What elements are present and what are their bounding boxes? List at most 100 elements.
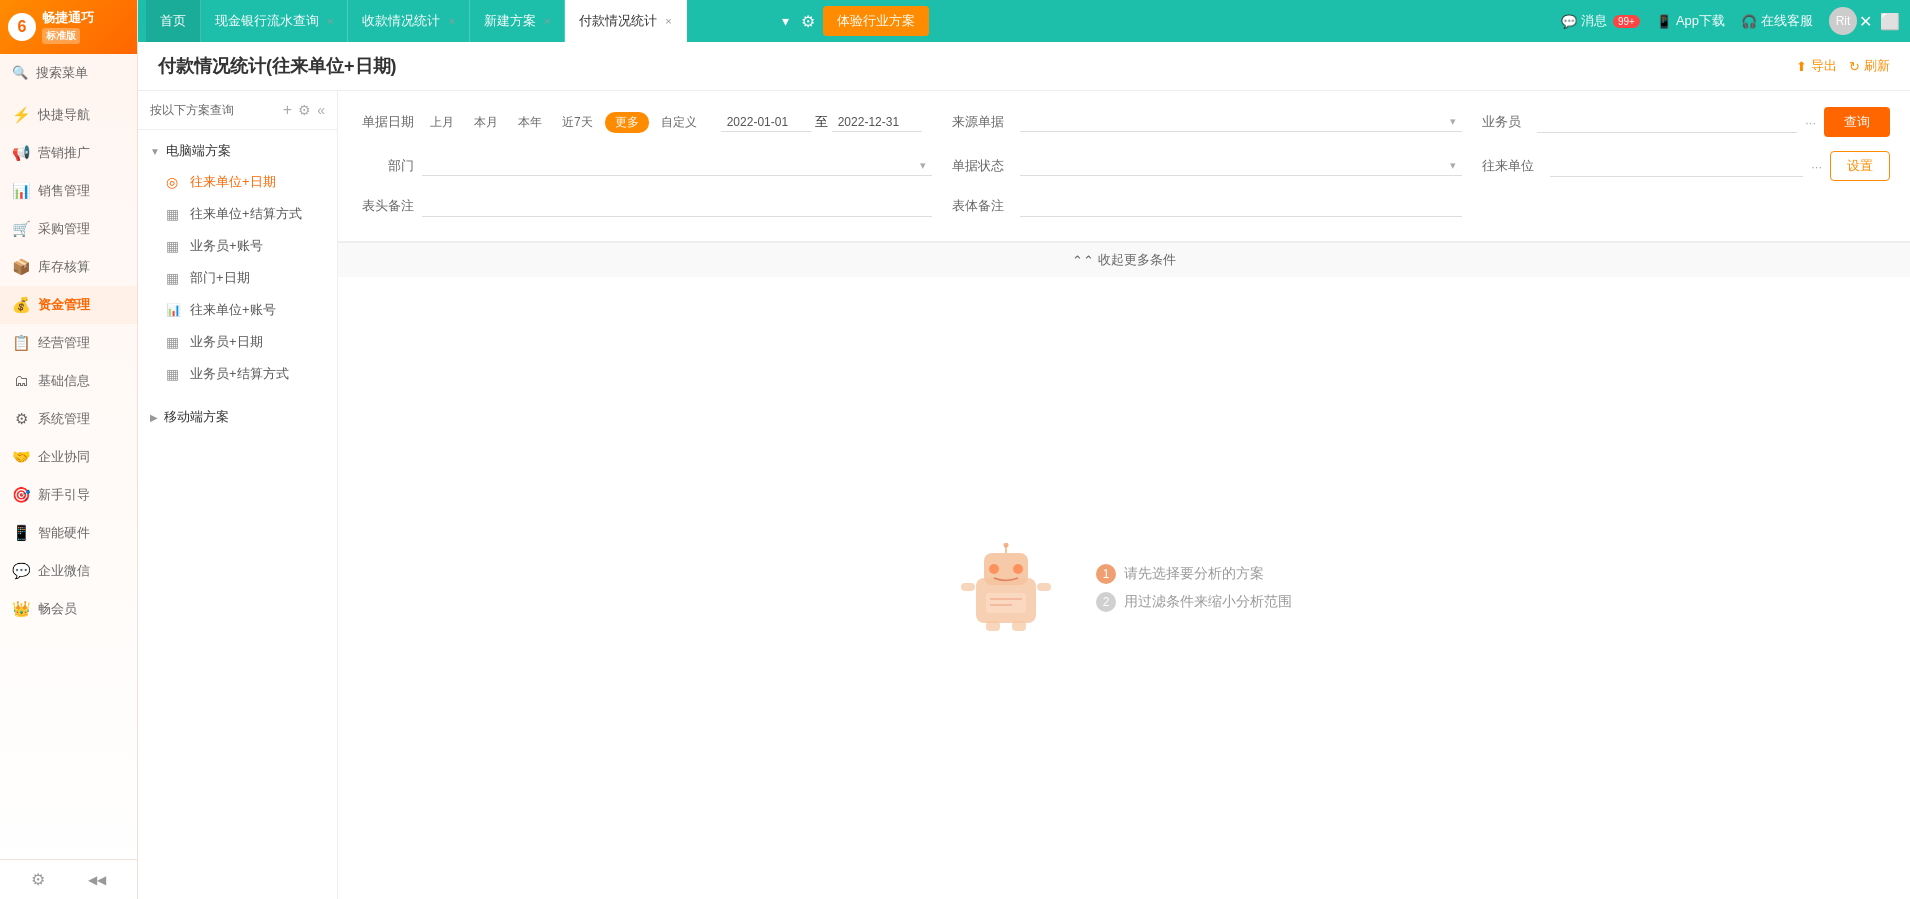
svg-point-3 — [1013, 564, 1023, 574]
scheme-item-dept-date[interactable]: ▦ 部门+日期 — [138, 262, 337, 294]
tab-receipts-stat-label: 收款情况统计 — [362, 12, 440, 30]
export-button[interactable]: ⬆ 导出 — [1796, 57, 1837, 75]
sidebar-item-hardware[interactable]: 📱 智能硬件 — [0, 514, 137, 552]
tab-payment-stat-close[interactable]: × — [665, 15, 671, 27]
scheme-item-partner-settle[interactable]: ▦ 往来单位+结算方式 — [138, 198, 337, 230]
sidebar-item-wechat[interactable]: 💬 企业微信 — [0, 552, 137, 590]
salesman-input[interactable] — [1537, 111, 1797, 133]
tab-dropdown-button[interactable]: ▾ — [778, 13, 793, 29]
settings-button[interactable]: 设置 — [1830, 151, 1890, 181]
collapse-sidebar-button[interactable]: ◀◀ — [88, 873, 106, 887]
search-menu-item[interactable]: 🔍 搜索菜单 — [0, 54, 137, 92]
tab-home-label: 首页 — [160, 12, 186, 30]
tab-payment-stat[interactable]: 付款情况统计 × — [565, 0, 686, 42]
tab-new-scheme[interactable]: 新建方案 × — [470, 0, 565, 42]
tab-receipts-stat[interactable]: 收款情况统计 × — [348, 0, 469, 42]
partner-label: 往来单位 — [1482, 157, 1542, 175]
source-voucher-select[interactable]: ▾ — [1020, 112, 1462, 132]
body-remark-input[interactable] — [1020, 195, 1462, 217]
scheme-item-partner-account-label: 往来单位+账号 — [190, 301, 276, 319]
dept-select[interactable]: ▾ — [422, 156, 932, 176]
window-close-button[interactable]: ✕ — [1857, 10, 1874, 33]
dept-arrow: ▾ — [920, 159, 926, 172]
sidebar-item-purchase[interactable]: 🛒 采购管理 — [0, 210, 137, 248]
hint-item-1: 1 请先选择要分析的方案 — [1096, 564, 1292, 584]
scheme-item-partner-date-icon: ◎ — [166, 174, 182, 190]
user-avatar-img: Rit — [1829, 7, 1857, 35]
scheme-item-salesman-date[interactable]: ▦ 业务员+日期 — [138, 326, 337, 358]
sidebar-item-member[interactable]: 👑 畅会员 — [0, 590, 137, 628]
sidebar-item-inventory[interactable]: 📦 库存核算 — [0, 248, 137, 286]
date-opt-custom[interactable]: 自定义 — [653, 112, 705, 133]
hint-text-2: 用过滤条件来缩小分析范围 — [1124, 593, 1292, 611]
sidebar-item-sales[interactable]: 📊 销售管理 — [0, 172, 137, 210]
collapse-more-button[interactable]: ⌃⌃ 收起更多条件 — [338, 242, 1910, 277]
svg-point-5 — [1004, 543, 1009, 548]
scheme-add-button[interactable]: + — [283, 101, 292, 119]
date-opt-last-7days[interactable]: 近7天 — [554, 112, 601, 133]
svg-rect-8 — [986, 621, 1000, 631]
scheme-mobile-group-header[interactable]: ▶ 移动端方案 — [138, 402, 337, 432]
sales-icon: 📊 — [12, 182, 30, 200]
tab-bar: 首页 现金银行流水查询 × 收款情况统计 × 新建方案 × 付款情况统计 × — [146, 0, 778, 42]
scheme-item-salesman-account[interactable]: ▦ 业务员+账号 — [138, 230, 337, 262]
scheme-desktop-group-header[interactable]: ▼ 电脑端方案 — [138, 136, 337, 166]
scheme-item-partner-account[interactable]: 📊 往来单位+账号 — [138, 294, 337, 326]
header-remark-input[interactable] — [422, 195, 932, 217]
svg-rect-9 — [1012, 621, 1026, 631]
online-service-label: 在线客服 — [1761, 12, 1813, 30]
sidebar-item-basic-info[interactable]: 🗂 基础信息 — [0, 362, 137, 400]
hardware-icon: 📱 — [12, 524, 30, 542]
svg-rect-6 — [961, 583, 975, 591]
sidebar-item-label: 企业协同 — [38, 448, 90, 466]
sidebar-item-operations[interactable]: 📋 经营管理 — [0, 324, 137, 362]
mobile-group-arrow: ▶ — [150, 412, 158, 423]
sidebar-item-enterprise[interactable]: 🤝 企业协同 — [0, 438, 137, 476]
topbar-settings-button[interactable]: ⚙ — [793, 12, 823, 31]
settings-footer-button[interactable]: ⚙ — [31, 870, 45, 889]
message-button[interactable]: 💬 消息 99+ — [1561, 12, 1640, 30]
system-icon: ⚙ — [12, 410, 30, 428]
date-opt-more[interactable]: 更多 — [605, 112, 649, 133]
sidebar-nav: ⚡ 快捷导航 📢 营销推广 📊 销售管理 🛒 采购管理 📦 库存核算 💰 资金管… — [0, 92, 137, 859]
salesman-ellipsis[interactable]: ··· — [1805, 115, 1816, 130]
tab-receipts-stat-close[interactable]: × — [448, 15, 454, 27]
partner-input[interactable] — [1550, 155, 1803, 177]
sidebar-item-label: 新手引导 — [38, 486, 90, 504]
scheme-item-salesman-settle[interactable]: ▦ 业务员+结算方式 — [138, 358, 337, 390]
sidebar-item-capital[interactable]: 💰 资金管理 — [0, 286, 137, 324]
tab-home[interactable]: 首页 — [146, 0, 201, 42]
date-start-input[interactable] — [721, 113, 811, 132]
date-opt-this-month[interactable]: 本月 — [466, 112, 506, 133]
export-icon: ⬆ — [1796, 59, 1807, 74]
tab-new-scheme-close[interactable]: × — [544, 15, 550, 27]
user-avatar[interactable]: Rit — [1829, 7, 1857, 35]
partner-ellipsis[interactable]: ··· — [1811, 159, 1822, 174]
industry-solution-button[interactable]: 体验行业方案 — [823, 6, 929, 36]
tab-bank-flow-close[interactable]: × — [327, 15, 333, 27]
refresh-button[interactable]: ↻ 刷新 — [1849, 57, 1890, 75]
basic-info-icon: 🗂 — [12, 372, 30, 390]
date-opt-this-year[interactable]: 本年 — [510, 112, 550, 133]
header-remark-label: 表头备注 — [358, 197, 422, 215]
scheme-item-partner-account-icon: 📊 — [166, 303, 182, 317]
query-button[interactable]: 查询 — [1824, 107, 1890, 137]
sidebar-item-guide[interactable]: 🎯 新手引导 — [0, 476, 137, 514]
online-service-button[interactable]: 🎧 在线客服 — [1741, 12, 1813, 30]
user-name: Rit — [1836, 14, 1851, 28]
scheme-item-partner-date[interactable]: ◎ 往来单位+日期 — [138, 166, 337, 198]
tab-bank-flow[interactable]: 现金银行流水查询 × — [201, 0, 348, 42]
header-remark-field — [422, 195, 932, 217]
app-download-button[interactable]: 📱 App下载 — [1656, 12, 1725, 30]
date-opt-last-month[interactable]: 上月 — [422, 112, 462, 133]
salesman-label: 业务员 — [1482, 113, 1529, 131]
sidebar-item-quick-nav[interactable]: ⚡ 快捷导航 — [0, 96, 137, 134]
date-end-input[interactable] — [832, 113, 922, 132]
scheme-collapse-button[interactable]: « — [317, 102, 325, 118]
voucher-status-select[interactable]: ▾ — [1020, 156, 1462, 176]
sidebar-item-marketing[interactable]: 📢 营销推广 — [0, 134, 137, 172]
sidebar-item-system[interactable]: ⚙ 系统管理 — [0, 400, 137, 438]
window-maximize-button[interactable]: ⬜ — [1878, 10, 1902, 33]
scheme-settings-button[interactable]: ⚙ — [298, 102, 311, 118]
scheme-item-salesman-account-icon: ▦ — [166, 238, 182, 254]
